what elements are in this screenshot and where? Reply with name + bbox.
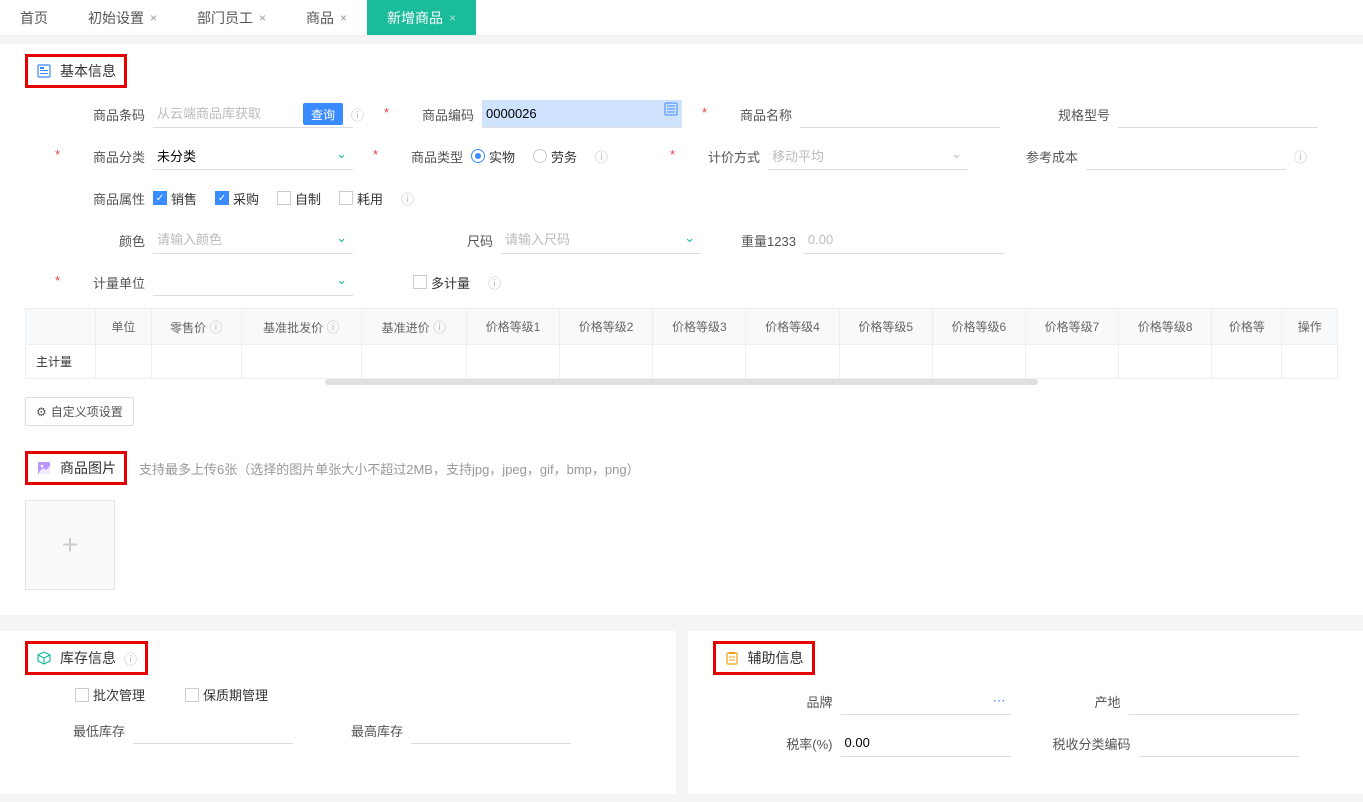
radio-service[interactable]: 劳务 bbox=[533, 147, 577, 166]
image-upload-button[interactable]: + bbox=[25, 500, 115, 590]
tax-input[interactable] bbox=[841, 729, 1011, 757]
label-name: 商品名称 bbox=[712, 105, 792, 124]
label-type: 商品类型 bbox=[383, 147, 463, 166]
help-icon[interactable]: ⓘ bbox=[209, 320, 222, 335]
refcost-input[interactable] bbox=[1086, 142, 1286, 170]
color-input[interactable] bbox=[153, 226, 353, 254]
label-refcost: 参考成本 bbox=[998, 147, 1078, 166]
spec-input[interactable] bbox=[1118, 100, 1318, 128]
close-icon[interactable]: × bbox=[259, 11, 266, 25]
tab-new-goods[interactable]: 新增商品× bbox=[367, 0, 476, 35]
name-input[interactable] bbox=[800, 100, 1000, 128]
max-stock-input[interactable] bbox=[411, 716, 571, 744]
label-spec: 规格型号 bbox=[1030, 105, 1110, 124]
form-icon bbox=[36, 63, 52, 79]
close-icon[interactable]: × bbox=[340, 11, 347, 25]
label-size: 尺码 bbox=[413, 231, 493, 250]
chk-batch[interactable]: 批次管理 bbox=[75, 685, 145, 704]
help-icon[interactable]: ⓘ bbox=[351, 105, 364, 124]
section-title: 基本信息 bbox=[60, 61, 116, 81]
chk-multi-unit[interactable]: 多计量 bbox=[413, 273, 470, 292]
valuation-select[interactable] bbox=[768, 142, 968, 170]
help-icon[interactable]: ⓘ bbox=[401, 189, 414, 208]
min-stock-input[interactable] bbox=[133, 716, 293, 744]
section-title: 库存信息 bbox=[60, 648, 116, 668]
plus-icon: + bbox=[62, 529, 78, 561]
tab-bar: 首页 初始设置× 部门员工× 商品× 新增商品× bbox=[0, 0, 1363, 36]
radio-physical[interactable]: 实物 bbox=[471, 147, 515, 166]
section-header-stock: 库存信息 ⓘ bbox=[25, 641, 148, 675]
brand-input[interactable] bbox=[841, 687, 1011, 715]
chk-sale[interactable]: ✓销售 bbox=[153, 189, 197, 208]
help-icon[interactable]: ⓘ bbox=[327, 320, 340, 335]
weight-input[interactable] bbox=[804, 226, 1004, 254]
panel-basic-info: 基本信息 商品条码 查询 ⓘ 商品编码 商品名称 规格型号 商品分类 bbox=[0, 44, 1363, 615]
label-taxcode: 税收分类编码 bbox=[1041, 734, 1131, 753]
price-table-header: 单位 零售价 ⓘ 基准批发价 ⓘ 基准进价 ⓘ 价格等级1 价格等级2 价格等级… bbox=[26, 309, 1338, 345]
help-icon[interactable]: ⓘ bbox=[124, 649, 137, 668]
section-header-basic: 基本信息 bbox=[25, 54, 127, 88]
tab-goods[interactable]: 商品× bbox=[286, 0, 367, 35]
label-min-stock: 最低库存 bbox=[45, 721, 125, 740]
label-attr: 商品属性 bbox=[65, 189, 145, 208]
taxcode-input[interactable] bbox=[1139, 729, 1299, 757]
section-title: 商品图片 bbox=[60, 458, 116, 478]
help-icon[interactable]: ⓘ bbox=[1294, 147, 1307, 166]
chk-purchase[interactable]: ✓采购 bbox=[215, 189, 259, 208]
chk-expiry[interactable]: 保质期管理 bbox=[185, 685, 268, 704]
panel-stock: 库存信息 ⓘ 批次管理 保质期管理 最低库存 最高库存 bbox=[0, 631, 676, 794]
unit-select[interactable] bbox=[153, 268, 353, 296]
gear-icon: ⚙ bbox=[36, 405, 47, 419]
label-origin: 产地 bbox=[1041, 692, 1121, 711]
category-select[interactable] bbox=[153, 142, 353, 170]
image-icon bbox=[36, 460, 52, 476]
custom-fields-button[interactable]: ⚙ 自定义项设置 bbox=[25, 397, 134, 426]
size-input[interactable] bbox=[501, 226, 701, 254]
list-icon[interactable] bbox=[664, 102, 678, 119]
label-color: 颜色 bbox=[65, 231, 145, 250]
origin-input[interactable] bbox=[1129, 687, 1299, 715]
label-weight: 重量1233 bbox=[741, 231, 796, 250]
label-unit: 计量单位 bbox=[65, 273, 145, 292]
barcode-query-button[interactable]: 查询 bbox=[303, 103, 343, 125]
help-icon[interactable]: ⓘ bbox=[595, 147, 608, 166]
section-title: 辅助信息 bbox=[748, 648, 804, 668]
image-hint: 支持最多上传6张（选择的图片单张大小不超过2MB，支持jpg，jpeg，gif，… bbox=[139, 459, 640, 478]
panel-aux: 辅助信息 品牌 ⋯ 产地 税率(%) 税收分类编码 bbox=[688, 631, 1363, 794]
tab-init-settings[interactable]: 初始设置× bbox=[68, 0, 177, 35]
label-code: 商品编码 bbox=[394, 105, 474, 124]
more-icon[interactable]: ⋯ bbox=[993, 693, 1007, 709]
box-icon bbox=[36, 650, 52, 666]
section-header-aux: 辅助信息 bbox=[713, 641, 815, 675]
label-valuation: 计价方式 bbox=[680, 147, 760, 166]
help-icon[interactable]: ⓘ bbox=[488, 273, 501, 292]
tab-dept-staff[interactable]: 部门员工× bbox=[177, 0, 286, 35]
label-max-stock: 最高库存 bbox=[323, 721, 403, 740]
help-icon[interactable]: ⓘ bbox=[433, 320, 446, 335]
label-barcode: 商品条码 bbox=[65, 105, 145, 124]
tab-home[interactable]: 首页 bbox=[0, 0, 68, 35]
section-header-image: 商品图片 bbox=[25, 451, 127, 485]
horizontal-scrollbar[interactable] bbox=[325, 379, 1038, 385]
close-icon[interactable]: × bbox=[150, 11, 157, 25]
clipboard-icon bbox=[724, 650, 740, 666]
close-icon[interactable]: × bbox=[449, 11, 456, 25]
code-input[interactable] bbox=[482, 100, 682, 128]
label-brand: 品牌 bbox=[753, 692, 833, 711]
label-tax: 税率(%) bbox=[753, 734, 833, 753]
price-table: 单位 零售价 ⓘ 基准批发价 ⓘ 基准进价 ⓘ 价格等级1 价格等级2 价格等级… bbox=[25, 308, 1338, 379]
table-row[interactable]: 主计量 bbox=[26, 345, 1338, 379]
chk-consume[interactable]: 耗用 bbox=[339, 189, 383, 208]
label-category: 商品分类 bbox=[65, 147, 145, 166]
chk-selfmade[interactable]: 自制 bbox=[277, 189, 321, 208]
